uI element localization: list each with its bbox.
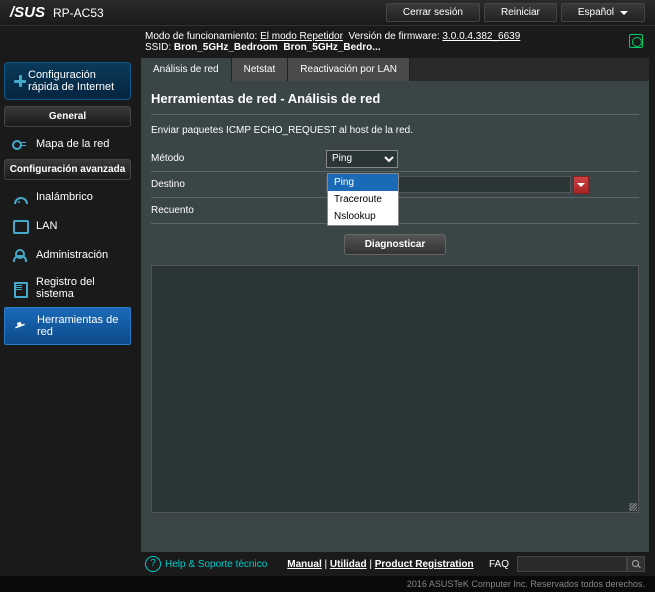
quick-setup-button[interactable]: Configuración rápida de Internet bbox=[4, 62, 131, 100]
dropdown-option-ping[interactable]: Ping bbox=[328, 174, 398, 191]
footer-links: Manual | Utilidad | Product Registration bbox=[287, 559, 473, 570]
count-label: Recuento bbox=[151, 205, 326, 216]
mode-link[interactable]: El modo Repetidor bbox=[260, 31, 343, 42]
restart-button[interactable]: Reiniciar bbox=[484, 3, 557, 22]
resize-handle[interactable] bbox=[629, 503, 637, 511]
language-selector[interactable]: Español bbox=[561, 3, 645, 22]
model-name: RP-AC53 bbox=[53, 6, 104, 20]
search-input[interactable] bbox=[517, 556, 627, 572]
broadcast-icon[interactable] bbox=[629, 34, 643, 48]
panel-title: Herramientas de red - Análisis de red bbox=[151, 91, 639, 115]
panel-description: Enviar paquetes ICMP ECHO_REQUEST al hos… bbox=[151, 115, 639, 146]
destination-label: Destino bbox=[151, 179, 326, 190]
search-button[interactable] bbox=[627, 556, 645, 572]
sidebar-item-admin[interactable]: Administración bbox=[4, 241, 131, 269]
sidebar-item-syslog[interactable]: Registro del sistema bbox=[4, 270, 131, 306]
registration-link[interactable]: Product Registration bbox=[375, 559, 474, 570]
method-select[interactable]: Ping bbox=[326, 150, 398, 168]
sidebar-item-lan[interactable]: LAN bbox=[4, 212, 131, 240]
destination-dropdown-button[interactable] bbox=[573, 176, 589, 194]
brand-logo: /SUS bbox=[10, 4, 45, 21]
help-link[interactable]: Help & Soporte técnico bbox=[145, 556, 267, 572]
firmware-link[interactable]: 3.0.0.4.382_6639 bbox=[442, 31, 520, 42]
log-icon bbox=[10, 280, 30, 296]
section-advanced: Configuración avanzada bbox=[4, 159, 131, 180]
admin-icon bbox=[10, 247, 30, 263]
dropdown-option-traceroute[interactable]: Traceroute bbox=[328, 191, 398, 208]
sidebar-item-wireless[interactable]: Inalámbrico bbox=[4, 183, 131, 211]
tools-icon bbox=[11, 318, 31, 334]
logout-button[interactable]: Cerrar sesión bbox=[386, 3, 480, 22]
wifi-icon bbox=[10, 189, 30, 205]
tab-netstat[interactable]: Netstat bbox=[232, 58, 289, 81]
section-general: General bbox=[4, 106, 131, 127]
wand-icon bbox=[11, 72, 22, 90]
faq-link[interactable]: FAQ bbox=[489, 559, 509, 570]
network-map-icon bbox=[10, 136, 30, 152]
chevron-down-icon bbox=[620, 11, 628, 19]
diagnose-button[interactable]: Diagnosticar bbox=[344, 234, 447, 255]
lan-icon bbox=[10, 218, 30, 234]
output-textarea[interactable] bbox=[151, 265, 639, 513]
tab-network-analysis[interactable]: Análisis de red bbox=[141, 58, 232, 81]
utility-link[interactable]: Utilidad bbox=[330, 559, 367, 570]
method-dropdown-menu: Ping Traceroute Nslookup bbox=[327, 173, 399, 226]
status-bar: Modo de funcionamiento: El modo Repetido… bbox=[145, 31, 645, 53]
method-label: Método bbox=[151, 153, 326, 164]
sidebar-item-network-map[interactable]: Mapa de la red bbox=[4, 130, 131, 158]
manual-link[interactable]: Manual bbox=[287, 559, 321, 570]
dropdown-option-nslookup[interactable]: Nslookup bbox=[328, 208, 398, 225]
copyright: 2016 ASUSTeK Computer Inc. Reservados to… bbox=[0, 576, 655, 592]
sidebar-item-network-tools[interactable]: Herramientas de red bbox=[4, 307, 131, 345]
tab-wol[interactable]: Reactivación por LAN bbox=[288, 58, 410, 81]
